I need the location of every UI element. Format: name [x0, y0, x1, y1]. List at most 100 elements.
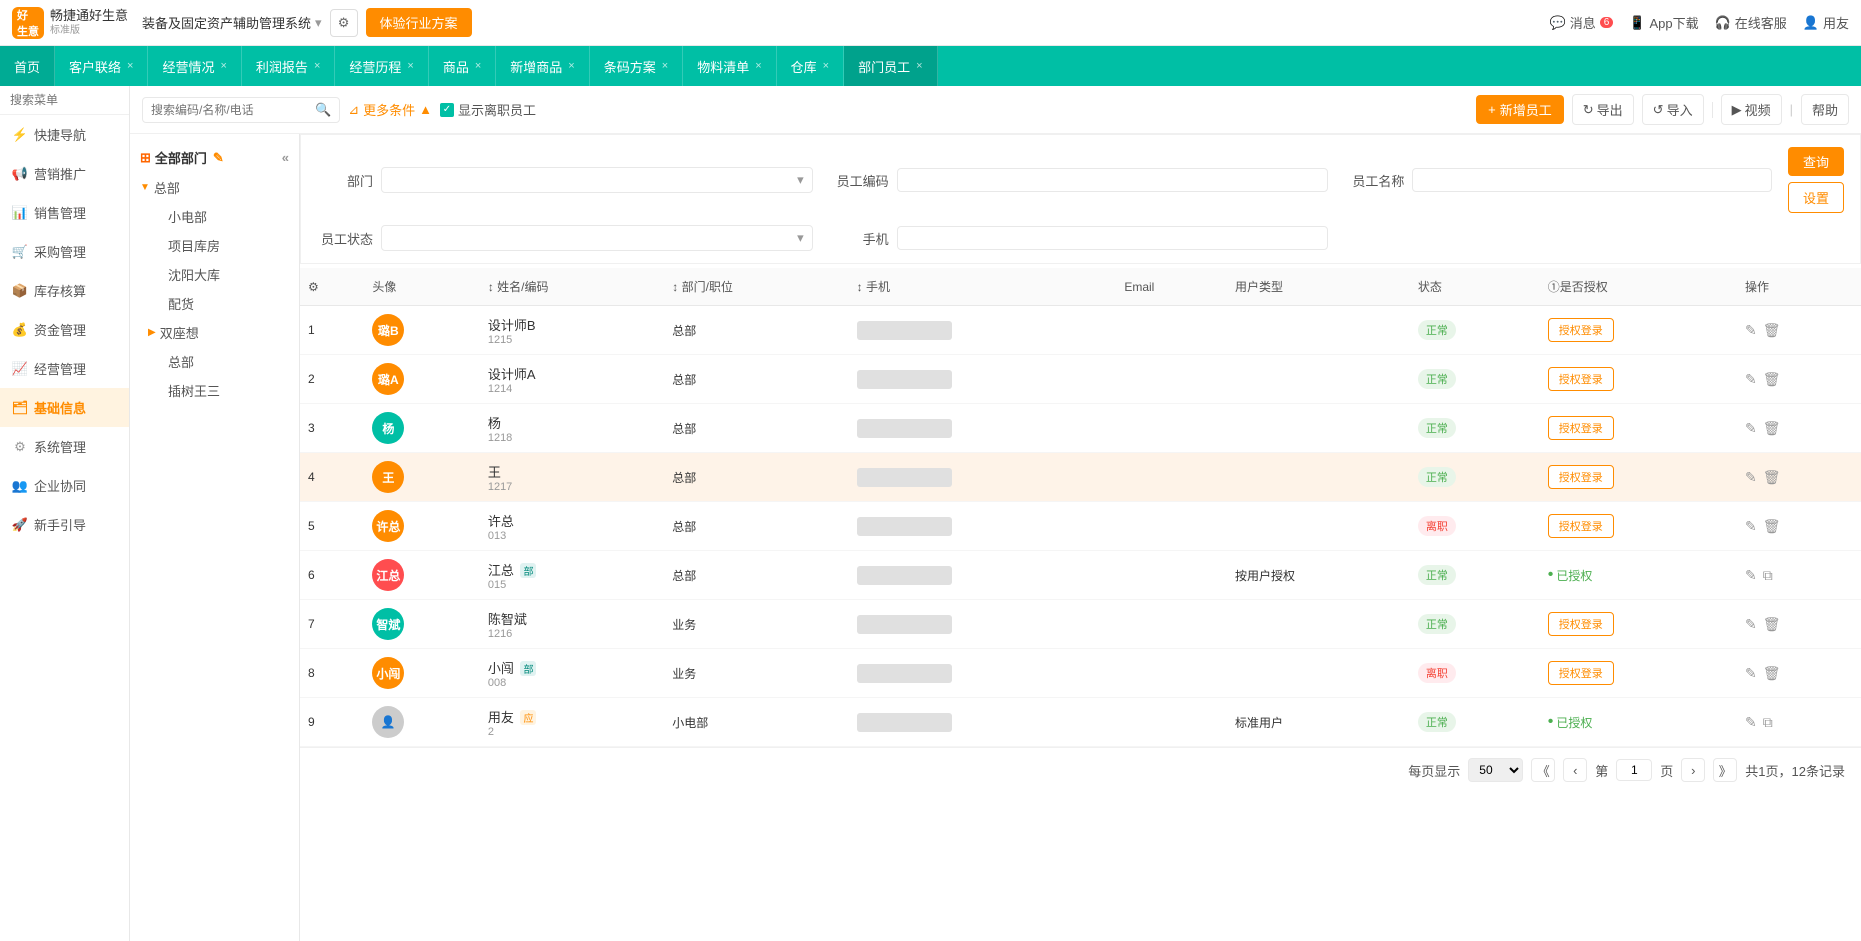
sidebar-item-system[interactable]: ⚙系统管理: [0, 427, 129, 466]
prev-page-button[interactable]: ‹: [1563, 758, 1587, 782]
auth-button[interactable]: 授权登录: [1548, 514, 1614, 538]
close-icon[interactable]: ×: [662, 60, 668, 72]
sidebar-item-purchase[interactable]: 🛒采购管理: [0, 232, 129, 271]
dept-item-shenyangdaku[interactable]: 沈阳大库: [130, 260, 299, 289]
nav-item-goods[interactable]: 商品 ×: [429, 46, 496, 86]
edit-icon[interactable]: ✎: [1745, 371, 1757, 388]
close-icon[interactable]: ×: [823, 60, 829, 72]
message-button[interactable]: 💬 消息 6: [1550, 13, 1614, 32]
copy-icon[interactable]: ⧉: [1763, 714, 1773, 731]
sidebar-search-input[interactable]: [10, 93, 130, 107]
delete-icon[interactable]: 🗑: [1763, 665, 1781, 682]
edit-icon[interactable]: ✎: [1745, 616, 1757, 633]
empstatus-select[interactable]: ▾: [381, 225, 813, 251]
dept-edit-icon[interactable]: ✎: [213, 150, 224, 166]
nav-item-operation[interactable]: 经营情况 ×: [148, 46, 241, 86]
sidebar-item-ops[interactable]: 📈经营管理: [0, 349, 129, 388]
sidebar-item-basic[interactable]: 🗂基础信息: [0, 388, 129, 427]
per-page-select[interactable]: 50 100 200: [1468, 758, 1523, 782]
auth-button[interactable]: 授权登录: [1548, 661, 1614, 685]
set-button[interactable]: 设置: [1788, 182, 1844, 213]
dept-collapse-icon[interactable]: «: [282, 150, 289, 165]
sidebar-item-quick-nav[interactable]: ⚡快捷导航: [0, 115, 129, 154]
chevron-down-icon[interactable]: ▾: [315, 15, 322, 31]
close-icon[interactable]: ×: [314, 60, 320, 72]
edit-icon[interactable]: ✎: [1745, 665, 1757, 682]
more-conditions-button[interactable]: ⊿ 更多条件 ▲: [348, 100, 432, 119]
close-icon[interactable]: ×: [568, 60, 574, 72]
first-page-button[interactable]: 《: [1531, 758, 1555, 782]
nav-item-bom[interactable]: 物料清单 ×: [683, 46, 776, 86]
col-settings[interactable]: ⚙: [300, 268, 364, 306]
edit-icon[interactable]: ✎: [1745, 567, 1757, 584]
phone-input[interactable]: [897, 226, 1329, 250]
auth-button[interactable]: 授权登录: [1548, 318, 1614, 342]
add-employee-button[interactable]: + 新增员工: [1476, 95, 1564, 124]
page-input[interactable]: [1616, 759, 1652, 781]
copy-icon[interactable]: ⧉: [1763, 567, 1773, 584]
close-icon[interactable]: ×: [127, 60, 133, 72]
auth-button[interactable]: 授权登录: [1548, 367, 1614, 391]
delete-icon[interactable]: 🗑: [1763, 469, 1781, 486]
nav-item-new-goods[interactable]: 新增商品 ×: [496, 46, 589, 86]
col-phone[interactable]: ↕ 手机: [849, 268, 1117, 306]
nav-item-barcode[interactable]: 条码方案 ×: [590, 46, 683, 86]
dept-select[interactable]: ▾: [381, 167, 813, 193]
dept-item-chashuwangsan[interactable]: 插树王三: [130, 376, 299, 405]
auth-button[interactable]: 授权登录: [1548, 465, 1614, 489]
view-button[interactable]: ▶ 视频: [1721, 94, 1782, 125]
next-page-button[interactable]: ›: [1681, 758, 1705, 782]
col-dept[interactable]: ↕ 部门/职位: [664, 268, 848, 306]
auth-button[interactable]: 授权登录: [1548, 416, 1614, 440]
show-resigned-toggle[interactable]: ✓ 显示离职员工: [440, 100, 536, 119]
dept-item-zongbu2[interactable]: 总部: [130, 347, 299, 376]
empcode-input[interactable]: [897, 168, 1329, 192]
edit-icon[interactable]: ✎: [1745, 420, 1757, 437]
close-icon[interactable]: ×: [220, 60, 226, 72]
trial-button[interactable]: 体验行业方案: [366, 8, 472, 37]
search-input[interactable]: [151, 103, 311, 117]
close-icon[interactable]: ×: [755, 60, 761, 72]
export-button[interactable]: ↻ 导出: [1572, 94, 1634, 125]
help-button[interactable]: 帮助: [1801, 94, 1849, 125]
nav-item-home[interactable]: 首页: [0, 46, 55, 86]
edit-icon[interactable]: ✎: [1745, 714, 1757, 731]
delete-icon[interactable]: 🗑: [1763, 322, 1781, 339]
edit-icon[interactable]: ✎: [1745, 322, 1757, 339]
nav-item-customer[interactable]: 客户联络 ×: [55, 46, 148, 86]
gear-button[interactable]: ⚙: [330, 9, 358, 37]
user-button[interactable]: 👤 用友: [1803, 13, 1849, 32]
auth-button[interactable]: 授权登录: [1548, 612, 1614, 636]
nav-item-history[interactable]: 经营历程 ×: [335, 46, 428, 86]
sidebar-item-marketing[interactable]: 📢营销推广: [0, 154, 129, 193]
dept-item-shuangzuoxiang[interactable]: ▶双座想: [130, 318, 299, 347]
close-icon[interactable]: ×: [916, 60, 922, 72]
sidebar-item-collab[interactable]: 👥企业协同: [0, 466, 129, 505]
nav-item-profit[interactable]: 利润报告 ×: [242, 46, 335, 86]
nav-item-employee[interactable]: 部门员工 ×: [844, 46, 937, 86]
sidebar-item-sales[interactable]: 📊销售管理: [0, 193, 129, 232]
query-button[interactable]: 查询: [1788, 147, 1844, 176]
online-service-button[interactable]: 🎧 在线客服: [1715, 13, 1787, 32]
sidebar-item-inventory[interactable]: 📦库存核算: [0, 271, 129, 310]
sidebar-item-guide[interactable]: 🚀新手引导: [0, 505, 129, 544]
close-icon[interactable]: ×: [475, 60, 481, 72]
edit-icon[interactable]: ✎: [1745, 469, 1757, 486]
nav-item-warehouse[interactable]: 仓库 ×: [777, 46, 844, 86]
close-icon[interactable]: ×: [407, 60, 413, 72]
delete-icon[interactable]: 🗑: [1763, 518, 1781, 535]
last-page-button[interactable]: 》: [1713, 758, 1737, 782]
empname-input[interactable]: [1412, 168, 1772, 192]
sidebar-item-finance[interactable]: 💰资金管理: [0, 310, 129, 349]
edit-icon[interactable]: ✎: [1745, 518, 1757, 535]
dept-item-xiangmukufang[interactable]: 项目库房: [130, 231, 299, 260]
col-name[interactable]: ↕ 姓名/编码: [480, 268, 664, 306]
import-button[interactable]: ↺ 导入: [1642, 94, 1704, 125]
dept-item-peihuo[interactable]: 配货: [130, 289, 299, 318]
dept-item-zongbu[interactable]: ▼总部: [130, 173, 299, 202]
delete-icon[interactable]: 🗑: [1763, 616, 1781, 633]
delete-icon[interactable]: 🗑: [1763, 371, 1781, 388]
delete-icon[interactable]: 🗑: [1763, 420, 1781, 437]
dept-item-xiaodibu[interactable]: 小电部: [130, 202, 299, 231]
app-download-button[interactable]: 📱 App下载: [1629, 13, 1698, 32]
